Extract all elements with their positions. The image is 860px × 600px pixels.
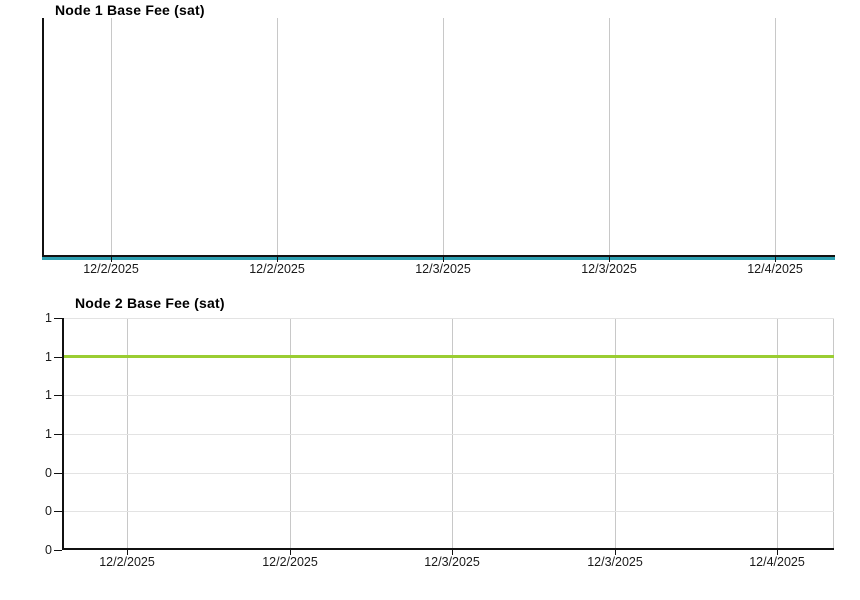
chart-title: Node 1 Base Fee (sat) (55, 2, 205, 18)
x-tick-label: 12/2/2025 (249, 262, 305, 276)
x-tick-label: 12/2/2025 (262, 555, 318, 569)
x-tick-label: 12/4/2025 (747, 262, 803, 276)
y-tick-label: 1 (45, 350, 52, 364)
x-tick-label: 12/2/2025 (83, 262, 139, 276)
y-tick-label: 1 (45, 388, 52, 402)
x-tick (777, 550, 778, 555)
x-axis (62, 548, 834, 550)
gridline-horizontal (62, 511, 834, 512)
gridline-horizontal (62, 395, 834, 396)
x-tick-label: 12/3/2025 (587, 555, 643, 569)
gridline-vertical (775, 18, 776, 257)
plot-area: 12/2/2025 12/2/2025 12/3/2025 12/3/2025 12/4… (42, 18, 835, 276)
y-axis (42, 18, 44, 257)
y-tick (54, 318, 62, 319)
y-tick (54, 473, 62, 474)
y-axis (62, 318, 64, 550)
x-tick (775, 257, 776, 262)
gridline-vertical (609, 18, 610, 257)
x-tick-label: 12/3/2025 (581, 262, 637, 276)
chart-title: Node 2 Base Fee (sat) (75, 295, 225, 311)
y-tick-label: 1 (45, 427, 52, 441)
x-tick-label: 12/4/2025 (749, 555, 805, 569)
series-line-node-2-base-fee (62, 355, 834, 359)
x-tick-label: 12/3/2025 (415, 262, 471, 276)
x-tick-label: 12/3/2025 (424, 555, 480, 569)
x-tick (127, 550, 128, 555)
y-tick-label: 0 (45, 466, 52, 480)
y-tick-label: 0 (45, 543, 52, 557)
gridline-vertical (443, 18, 444, 257)
y-tick (54, 357, 62, 358)
y-tick-label: 1 (45, 311, 52, 325)
x-axis (42, 255, 835, 257)
x-tick (290, 550, 291, 555)
gridline-vertical (111, 18, 112, 257)
gridline-horizontal (62, 318, 834, 319)
plot-area: 12/2/2025 12/2/2025 12/3/2025 12/3/2025 12/4… (45, 311, 834, 569)
gridline-horizontal (62, 473, 834, 474)
x-tick (111, 257, 112, 262)
y-tick (54, 395, 62, 396)
x-tick-label: 12/2/2025 (99, 555, 155, 569)
x-tick (615, 550, 616, 555)
x-tick (443, 257, 444, 262)
x-tick (609, 257, 610, 262)
y-tick (54, 550, 62, 551)
fee-dashboard: Node 1 Base Fee (sat) 12/2/2025 12/2/2025… (0, 0, 860, 600)
x-tick (277, 257, 278, 262)
y-tick-label: 0 (45, 504, 52, 518)
y-tick (54, 511, 62, 512)
x-tick (452, 550, 453, 555)
chart-node1-base-fee: Node 1 Base Fee (sat) 12/2/2025 12/2/2025… (0, 0, 860, 293)
y-tick (54, 434, 62, 435)
gridline-vertical (277, 18, 278, 257)
chart-node2-base-fee: Node 2 Base Fee (sat) 12/2/2025 12/2/2025… (0, 293, 860, 600)
gridline-horizontal (62, 434, 834, 435)
